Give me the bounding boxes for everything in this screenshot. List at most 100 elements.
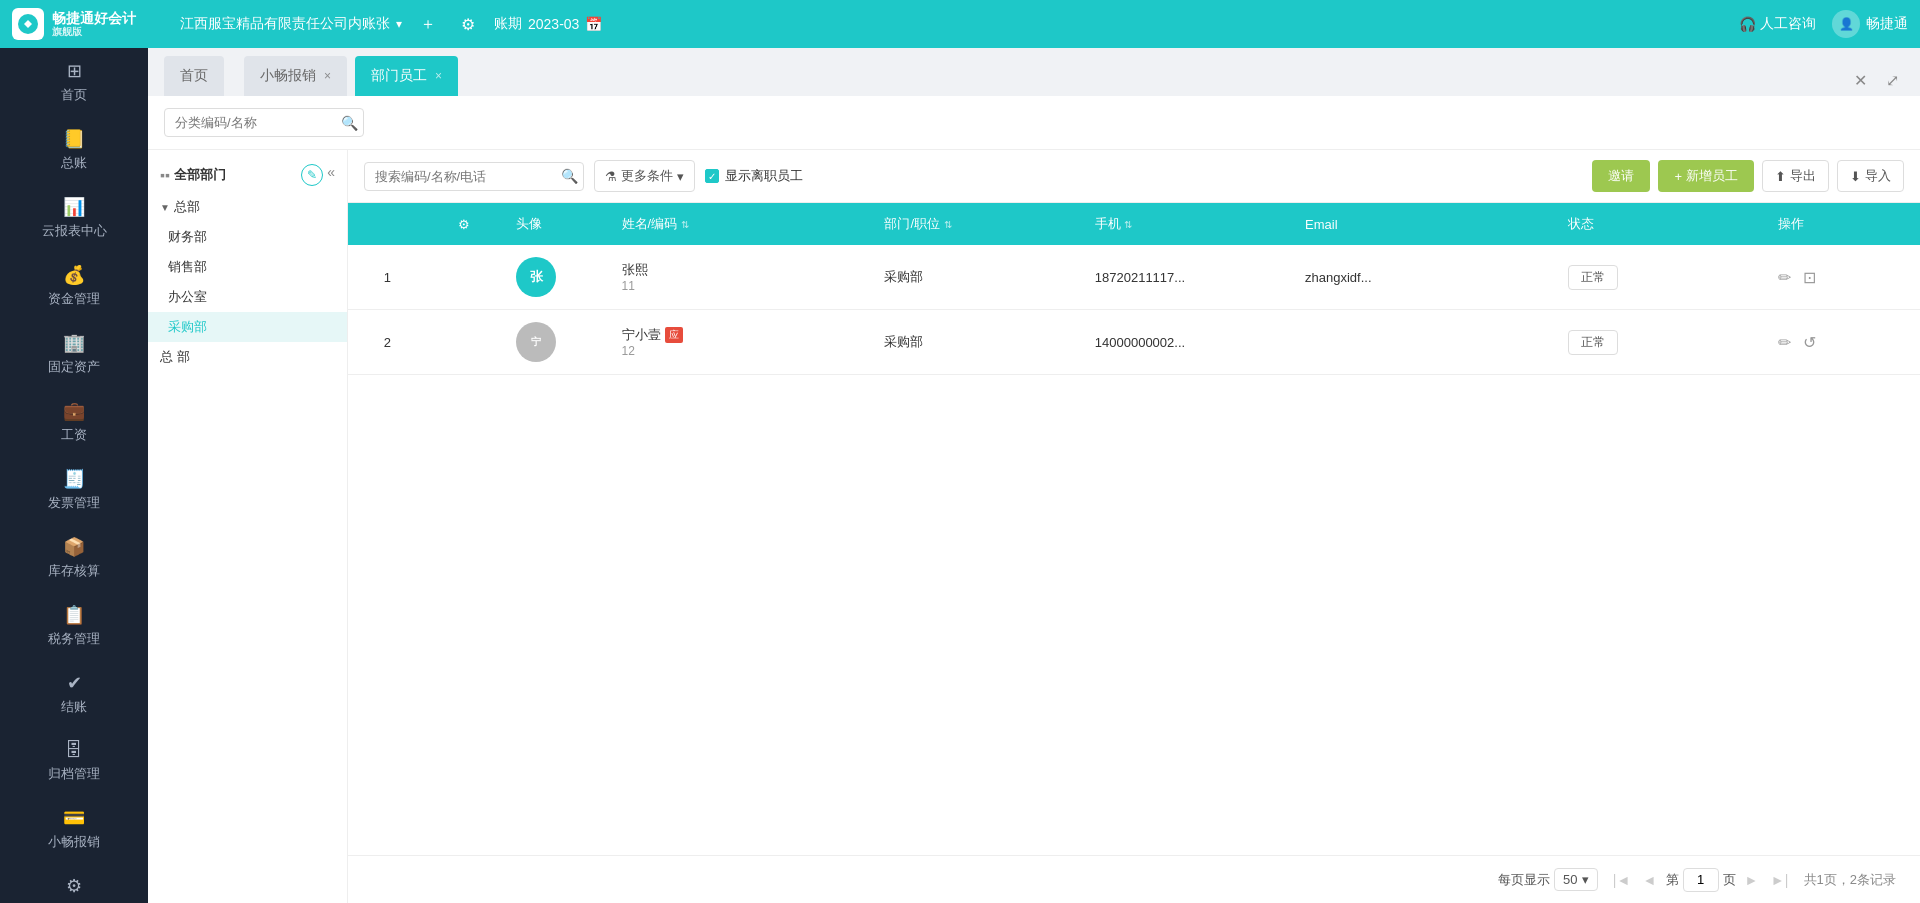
more-filter-button[interactable]: ⚗ 更多条件 ▾: [594, 160, 695, 192]
sidebar-label-expense: 小畅报销: [48, 833, 100, 851]
prev-page-button[interactable]: ◄: [1638, 868, 1662, 892]
dept-node-purchasing[interactable]: 采购部: [148, 312, 347, 342]
row2-no: 2: [348, 310, 427, 375]
header-center: 江西服宝精品有限责任公司内账张 ▾ ＋ ⚙ 账期 2023-03 📅: [160, 10, 1739, 38]
sidebar-item-inventory[interactable]: 📦 库存核算: [0, 524, 148, 592]
row2-refresh-icon[interactable]: ↺: [1803, 334, 1816, 351]
col-header-dept[interactable]: 部门/职位 ⇅: [868, 203, 1078, 245]
col-header-name[interactable]: 姓名/编码 ⇅: [606, 203, 869, 245]
settings-icon[interactable]: ⚙: [454, 10, 482, 38]
collapse-dept-icon[interactable]: «: [327, 164, 335, 186]
page-label: 第: [1666, 871, 1679, 889]
import-button[interactable]: ⬇ 导入: [1837, 160, 1904, 192]
show-resigned-checkbox[interactable]: ✓: [705, 169, 719, 183]
export-button[interactable]: ⬆ 导出: [1762, 160, 1829, 192]
logo-area: 畅捷通好会计 旗舰版: [12, 8, 160, 40]
col-header-avatar: 头像: [500, 203, 605, 245]
row2-avatar-cell: 宁: [500, 310, 605, 375]
period-info: 账期 2023-03 📅: [494, 15, 602, 33]
tab-close-window-button[interactable]: ✕: [1848, 68, 1872, 92]
sidebar-item-reports[interactable]: 📊 云报表中心: [0, 184, 148, 252]
tab-bar-actions: ✕ ⤢: [1848, 68, 1920, 96]
row1-logout-icon[interactable]: ⊡: [1803, 269, 1816, 286]
logo-text: 畅捷通好会计 旗舰版: [52, 10, 136, 39]
sidebar-item-invoice[interactable]: 🧾 发票管理: [0, 456, 148, 524]
sidebar-item-home[interactable]: ⊞ 首页: [0, 48, 148, 116]
toolbar: 🔍: [148, 96, 1920, 150]
per-page-value: 50: [1563, 872, 1577, 887]
sidebar-item-settings[interactable]: ⚙ 基础设置: [0, 863, 148, 903]
funds-icon: 💰: [63, 264, 85, 286]
reports-icon: 📊: [63, 196, 85, 218]
add-dept-button[interactable]: ✎: [301, 164, 323, 186]
sidebar-item-checkout[interactable]: ✔ 结账: [0, 660, 148, 728]
tab-expense-close[interactable]: ×: [324, 69, 331, 83]
company-selector[interactable]: 江西服宝精品有限责任公司内账张 ▾: [180, 15, 402, 33]
tab-expand-button[interactable]: ⤢: [1880, 68, 1904, 92]
invoice-icon: 🧾: [63, 468, 85, 490]
page-input[interactable]: [1683, 868, 1719, 892]
next-page-button[interactable]: ►: [1740, 868, 1764, 892]
tab-home[interactable]: 首页: [164, 56, 224, 96]
row1-no: 1: [348, 245, 427, 310]
sidebar-item-salary[interactable]: 💼 工资: [0, 388, 148, 456]
last-page-button[interactable]: ►|: [1768, 868, 1792, 892]
row1-ops: ✏ ⊡: [1762, 245, 1920, 310]
col-header-phone[interactable]: 手机 ⇅: [1079, 203, 1289, 245]
first-page-button[interactable]: |◄: [1610, 868, 1634, 892]
dept-search-icon[interactable]: 🔍: [341, 115, 358, 131]
period-value: 2023-03: [528, 16, 579, 32]
show-resigned-wrap: ✓ 显示离职员工: [705, 167, 803, 185]
tab-expense[interactable]: 小畅报销 ×: [244, 56, 347, 96]
consultation-button[interactable]: 🎧 人工咨询: [1739, 15, 1816, 33]
tab-dept-close[interactable]: ×: [435, 69, 442, 83]
sidebar-item-funds[interactable]: 💰 资金管理: [0, 252, 148, 320]
page-size-dropdown[interactable]: 50 ▾: [1554, 868, 1597, 891]
sidebar-item-tax[interactable]: 📋 税务管理: [0, 592, 148, 660]
dept-node-headquarter[interactable]: 总 部: [148, 342, 347, 372]
row1-avatar-cell: 张: [500, 245, 605, 310]
sidebar-label-home: 首页: [61, 86, 87, 104]
dept-node-finance[interactable]: 财务部: [148, 222, 347, 252]
row2-phone: 14000000002...: [1079, 310, 1289, 375]
sidebar-item-expense[interactable]: 💳 小畅报销: [0, 795, 148, 863]
col-header-gear[interactable]: ⚙: [427, 203, 501, 245]
export-icon: ⬆: [1775, 169, 1786, 184]
dept-node-zongbu[interactable]: ▼ 总部: [148, 192, 347, 222]
per-page-label: 每页显示: [1498, 871, 1550, 889]
add-icon: +: [1674, 169, 1682, 184]
company-name: 江西服宝精品有限责任公司内账张: [180, 15, 390, 33]
user-info[interactable]: 👤 畅捷通: [1832, 10, 1908, 38]
employee-search-icon[interactable]: 🔍: [561, 168, 578, 184]
dept-node-sales[interactable]: 销售部: [148, 252, 347, 282]
ledger-icon: 📒: [63, 128, 85, 150]
all-dept-label[interactable]: 全部部门: [174, 166, 226, 184]
calendar-icon[interactable]: 📅: [585, 16, 602, 32]
sidebar-label-ledger: 总账: [61, 154, 87, 172]
add-company-button[interactable]: ＋: [414, 10, 442, 38]
archive-icon: 🗄: [65, 740, 83, 761]
tab-dept-employee[interactable]: 部门员工 ×: [355, 56, 458, 96]
page-nav: |◄ ◄ 第 页 ► ►|: [1610, 868, 1792, 892]
filter-chevron-icon: ▾: [677, 169, 684, 184]
row2-email: [1289, 310, 1552, 375]
employee-search-input[interactable]: [364, 162, 584, 191]
col-phone-label: 手机: [1095, 216, 1121, 231]
sidebar: ⊞ 首页 📒 总账 📊 云报表中心 💰 资金管理 🏢 固定资产 💼 工资 🧾 发…: [0, 48, 148, 903]
tab-bar: 首页 小畅报销 × 部门员工 × ✕ ⤢: [148, 48, 1920, 96]
row1-edit-icon[interactable]: ✏: [1778, 269, 1791, 286]
sidebar-item-archive[interactable]: 🗄 归档管理: [0, 728, 148, 795]
row1-name-code: 张熙 11: [622, 261, 853, 293]
table-header: ⚙ 头像 姓名/编码 ⇅ 部门/职位 ⇅: [348, 203, 1920, 245]
sidebar-item-ledger[interactable]: 📒 总账: [0, 116, 148, 184]
dept-node-office[interactable]: 办公室: [148, 282, 347, 312]
dept-search-input[interactable]: [164, 108, 364, 137]
sidebar-item-assets[interactable]: 🏢 固定资产: [0, 320, 148, 388]
filter-label: 更多条件: [621, 167, 673, 185]
add-employee-button[interactable]: + 新增员工: [1658, 160, 1754, 192]
app-title: 畅捷通好会计: [52, 10, 136, 27]
employee-actions: 邀请 + 新增员工 ⬆ 导出 ⬇ 导入: [1592, 160, 1904, 192]
row2-edit-icon[interactable]: ✏: [1778, 334, 1791, 351]
invite-button[interactable]: 邀请: [1592, 160, 1650, 192]
page-size-select: 每页显示 50 ▾: [1498, 868, 1597, 891]
